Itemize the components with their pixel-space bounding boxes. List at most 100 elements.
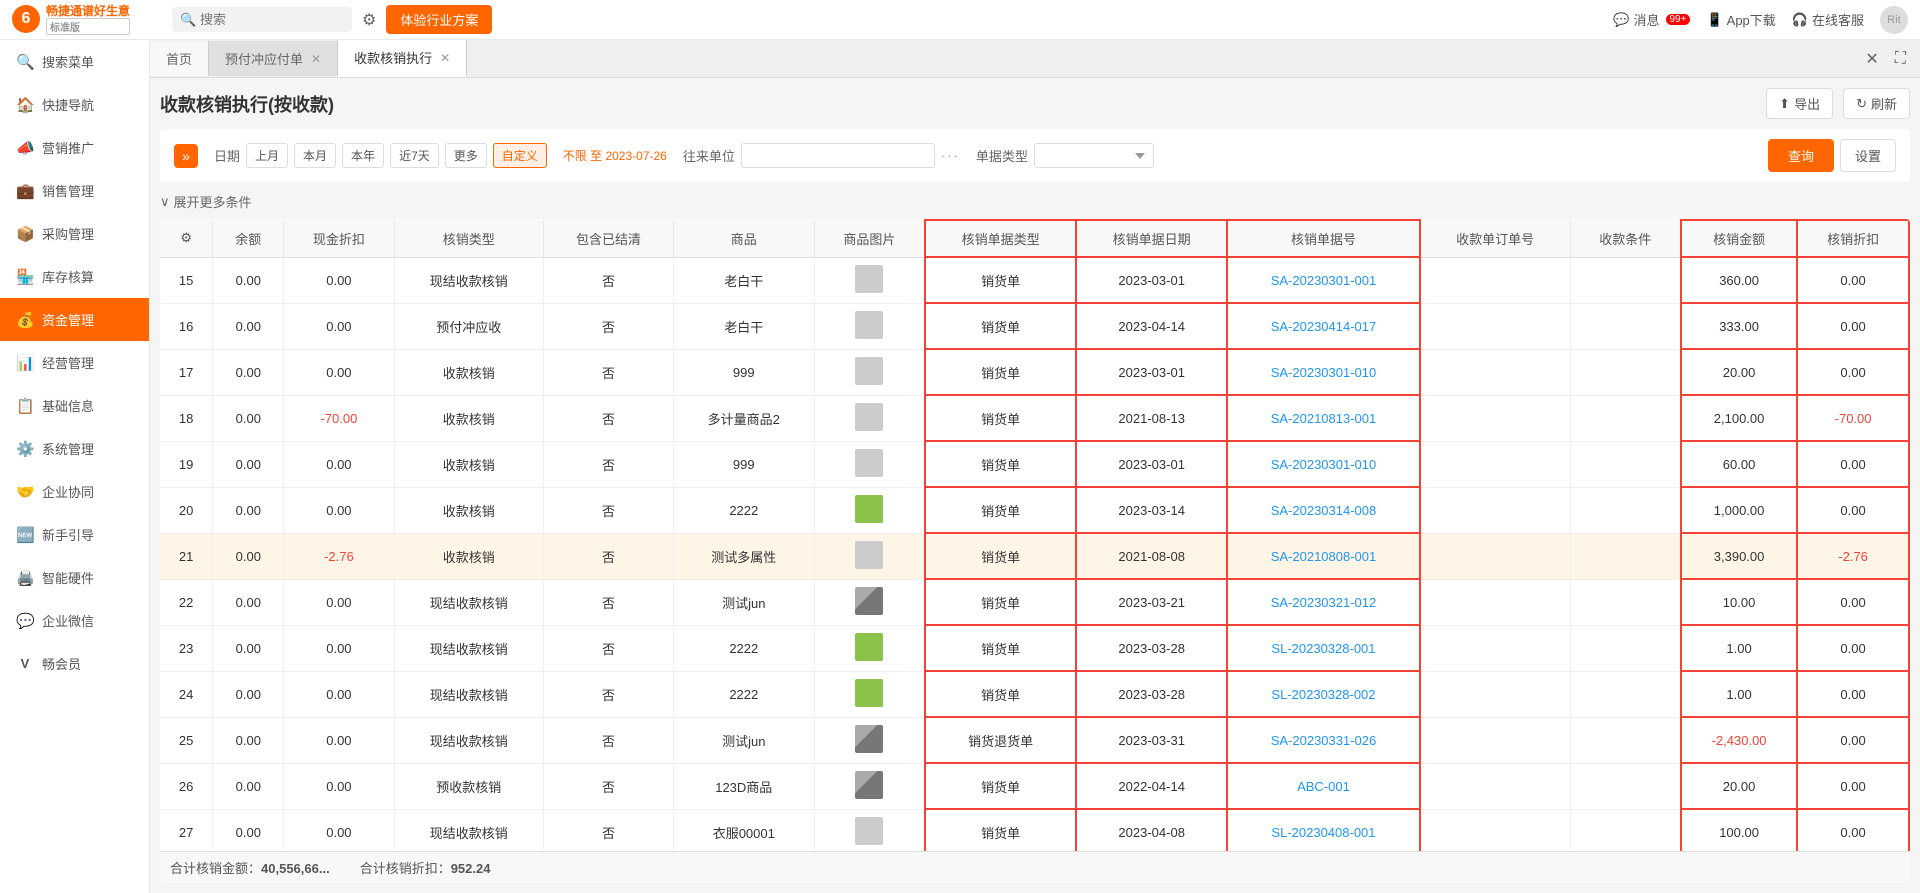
export-button[interactable]: ⬆ 导出 xyxy=(1766,88,1833,119)
avatar[interactable]: Rit xyxy=(1880,6,1908,34)
chevron-down-icon: ∨ xyxy=(160,194,170,210)
online-service-item[interactable]: 🎧 在线客服 xyxy=(1792,10,1864,29)
table-row: 180.00-70.00收款核销否多计量商品2销货单2021-08-13SA-2… xyxy=(160,395,1909,441)
inventory-icon: 🏪 xyxy=(16,268,34,286)
row-id: 16 xyxy=(160,303,213,349)
purchase-icon: 📦 xyxy=(16,225,34,243)
sidebar-item-label: 畅会员 xyxy=(42,654,81,673)
sidebar-item-member[interactable]: V 畅会员 xyxy=(0,642,149,685)
message-icon-item[interactable]: 💬 消息 99+ xyxy=(1613,10,1690,29)
from-unit-input[interactable] xyxy=(741,143,935,168)
tab-prepay-label: 预付冲应付单 xyxy=(225,49,303,68)
doc-no-link[interactable]: SA-20230414-017 xyxy=(1271,319,1377,334)
sidebar-item-search-menu[interactable]: 🔍 搜索菜单 xyxy=(0,40,149,83)
filter-date-group: 日期 上月 本月 本年 近7天 更多 自定义 xyxy=(214,143,547,168)
settings-icon[interactable]: ⚙ xyxy=(362,10,376,30)
message-icon: 💬 xyxy=(1613,12,1629,28)
tab-bar-actions: ✕ ⛶ xyxy=(1859,45,1920,73)
product-image xyxy=(855,725,883,753)
sidebar-item-operations[interactable]: 📊 经营管理 xyxy=(0,341,149,384)
tab-collection[interactable]: 收款核销执行 ✕ xyxy=(338,40,467,77)
tab-bar: 首页 预付冲应付单 ✕ 收款核销执行 ✕ ✕ ⛶ xyxy=(150,40,1920,78)
doc-no-link[interactable]: SA-20210808-001 xyxy=(1271,549,1377,564)
doc-no-link[interactable]: SL-20230408-001 xyxy=(1271,825,1375,840)
sidebar-item-label: 营销推广 xyxy=(42,138,94,157)
th-gear[interactable]: ⚙ xyxy=(160,220,213,257)
receipt-type-label: 单据类型 xyxy=(976,146,1028,165)
filter-expand-btn[interactable]: » xyxy=(174,144,198,168)
this-month-btn[interactable]: 本月 xyxy=(294,143,336,168)
th-product-img: 商品图片 xyxy=(814,220,925,257)
last-month-btn[interactable]: 上月 xyxy=(246,143,288,168)
sidebar-item-basic-info[interactable]: 📋 基础信息 xyxy=(0,384,149,427)
search-input[interactable] xyxy=(172,7,352,32)
smart-hw-icon: 🖨️ xyxy=(16,569,34,587)
logo-area: 6 畅捷通谱好生意 标准版 xyxy=(12,4,162,35)
sidebar-item-sales[interactable]: 💼 销售管理 xyxy=(0,169,149,212)
query-button[interactable]: 查询 xyxy=(1768,139,1834,172)
trial-button[interactable]: 体验行业方案 xyxy=(386,5,492,34)
tab-home[interactable]: 首页 xyxy=(150,41,209,76)
message-label: 消息 xyxy=(1633,10,1659,29)
expand-more-row: ∨ 展开更多条件 xyxy=(160,192,1910,211)
tab-close-window-btn[interactable]: ✕ xyxy=(1859,45,1884,73)
doc-no-link[interactable]: SA-20230321-012 xyxy=(1271,595,1377,610)
doc-no-link[interactable]: SA-20230331-026 xyxy=(1271,733,1377,748)
tab-maximize-btn[interactable]: ⛶ xyxy=(1889,46,1912,72)
sales-icon: 💼 xyxy=(16,182,34,200)
doc-no-link[interactable]: SL-20230328-002 xyxy=(1271,687,1375,702)
doc-no-link[interactable]: SA-20230314-008 xyxy=(1271,503,1377,518)
th-cash-discount: 现金折扣 xyxy=(284,220,394,257)
refresh-button[interactable]: ↻ 刷新 xyxy=(1843,88,1910,119)
guide-icon: 🆕 xyxy=(16,526,34,544)
table-row: 200.000.00收款核销否2222销货单2023-03-14SA-20230… xyxy=(160,487,1909,533)
sidebar-item-label: 新手引导 xyxy=(42,525,94,544)
doc-no-link[interactable]: SA-20230301-001 xyxy=(1271,273,1377,288)
date-label: 日期 xyxy=(214,146,240,165)
tab-prepay-close[interactable]: ✕ xyxy=(311,52,321,66)
sidebar-item-smart-hw[interactable]: 🖨️ 智能硬件 xyxy=(0,556,149,599)
sidebar-item-wechat[interactable]: 💬 企业微信 xyxy=(0,599,149,642)
tab-collection-label: 收款核销执行 xyxy=(354,48,432,67)
sidebar-item-marketing[interactable]: 📣 营销推广 xyxy=(0,126,149,169)
th-balance: 余额 xyxy=(213,220,284,257)
sidebar-item-system[interactable]: ⚙️ 系统管理 xyxy=(0,427,149,470)
sidebar-item-label: 资金管理 xyxy=(42,310,94,329)
last-7-days-btn[interactable]: 近7天 xyxy=(390,143,439,168)
sidebar-item-quick-nav[interactable]: 🏠 快捷导航 xyxy=(0,83,149,126)
sidebar-item-label: 企业协同 xyxy=(42,482,94,501)
tab-prepay[interactable]: 预付冲应付单 ✕ xyxy=(209,41,338,76)
table-row: 170.000.00收款核销否999销货单2023-03-01SA-202303… xyxy=(160,349,1909,395)
tab-collection-close[interactable]: ✕ xyxy=(440,51,450,65)
filter-bar: » 日期 上月 本月 本年 近7天 更多 自定义 不限 至 2023-07-26… xyxy=(160,129,1910,182)
more-date-btn[interactable]: 更多 xyxy=(445,143,487,168)
table-row: 210.00-2.76收款核销否测试多属性销货单2021-08-08SA-202… xyxy=(160,533,1909,579)
filter-settings-button[interactable]: 设置 xyxy=(1840,139,1896,172)
logo-icon: 6 xyxy=(12,5,40,33)
doc-no-link[interactable]: SA-20230301-010 xyxy=(1271,365,1377,380)
table-scroll[interactable]: ⚙ 余额 现金折扣 核销类型 包含已结清 商品 商品图片 核销单据类型 核销单据… xyxy=(160,219,1910,851)
date-range-display: 不限 至 2023-07-26 xyxy=(563,147,667,164)
footer-total-discount: 合计核销折扣：952.24 xyxy=(360,858,491,877)
sidebar-item-guide[interactable]: 🆕 新手引导 xyxy=(0,513,149,556)
row-id: 26 xyxy=(160,763,213,809)
doc-no-link[interactable]: SL-20230328-001 xyxy=(1271,641,1375,656)
sidebar-item-purchase[interactable]: 📦 采购管理 xyxy=(0,212,149,255)
app-download-item[interactable]: 📱 App下载 xyxy=(1706,10,1775,29)
custom-date-btn[interactable]: 自定义 xyxy=(493,143,547,168)
filter-type-group: 单据类型 xyxy=(976,143,1154,168)
th-product: 商品 xyxy=(673,220,814,257)
search-wrap: 🔍 xyxy=(172,7,352,32)
doc-no-link[interactable]: ABC-001 xyxy=(1297,779,1350,794)
table-footer: 合计核销金额：40,556,66... 合计核销折扣：952.24 xyxy=(160,851,1910,883)
sidebar-item-finance[interactable]: 💰 资金管理 xyxy=(0,298,149,341)
doc-no-link[interactable]: SA-20230301-010 xyxy=(1271,457,1377,472)
page-actions: ⬆ 导出 ↻ 刷新 xyxy=(1766,88,1910,119)
this-year-btn[interactable]: 本年 xyxy=(342,143,384,168)
sidebar-item-label: 智能硬件 xyxy=(42,568,94,587)
expand-more-button[interactable]: ∨ 展开更多条件 xyxy=(160,192,252,211)
sidebar-item-inventory[interactable]: 🏪 库存核算 xyxy=(0,255,149,298)
receipt-type-select[interactable] xyxy=(1034,143,1154,168)
sidebar-item-enterprise[interactable]: 🤝 企业协同 xyxy=(0,470,149,513)
doc-no-link[interactable]: SA-20210813-001 xyxy=(1271,411,1377,426)
